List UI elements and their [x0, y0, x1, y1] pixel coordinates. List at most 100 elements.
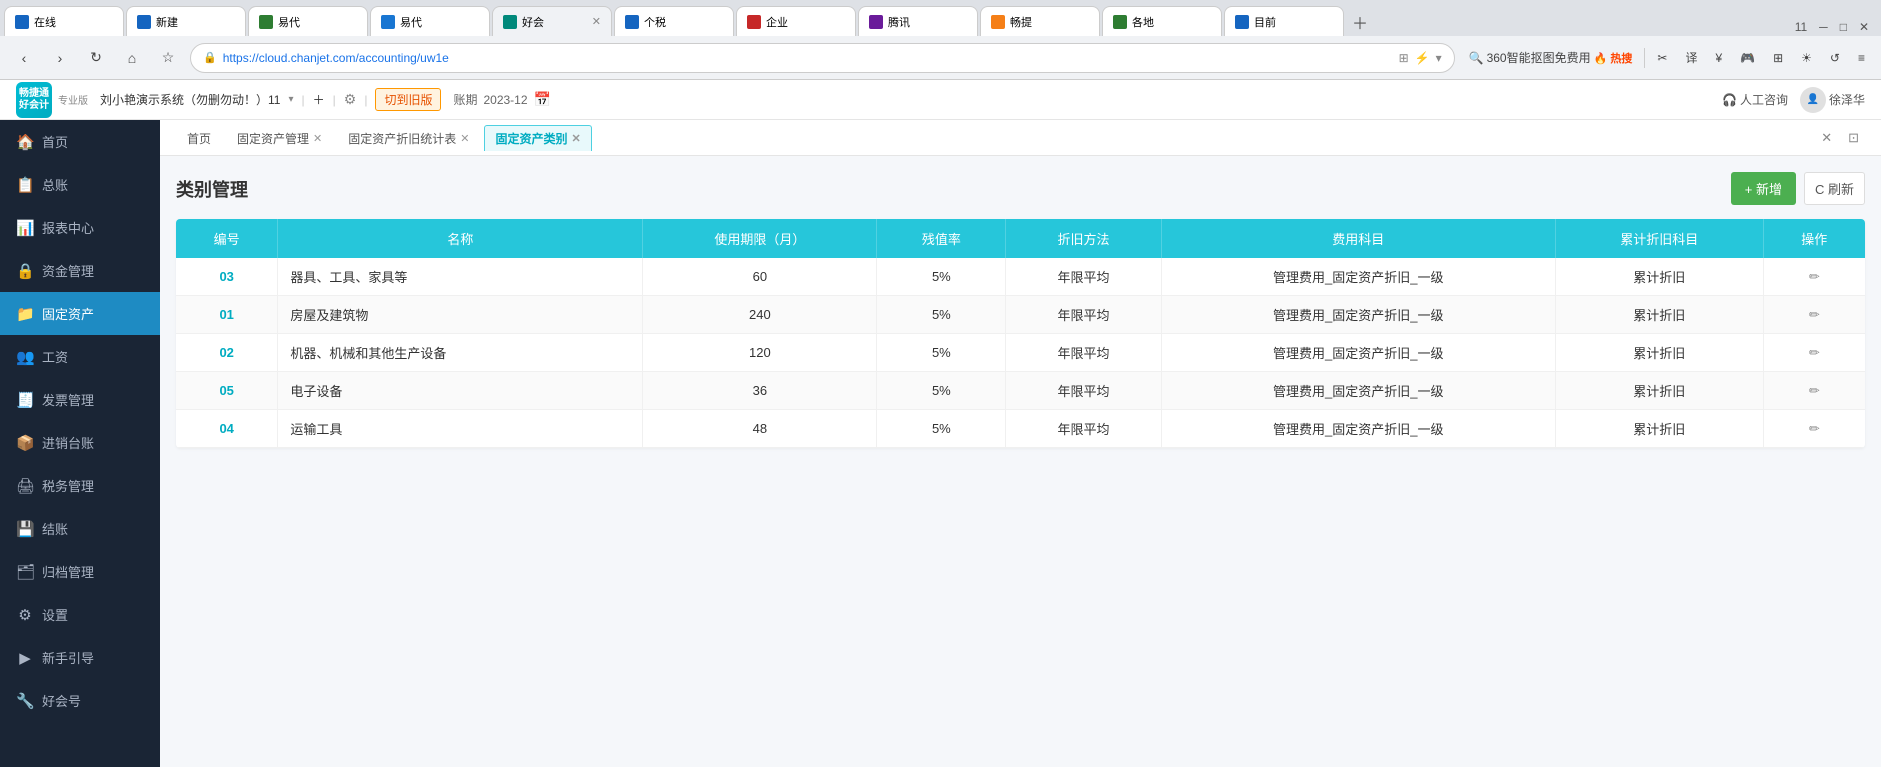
calendar-icon[interactable]: 📅	[534, 91, 551, 108]
cell-method: 年限平均	[1006, 372, 1161, 410]
dropdown-icon[interactable]: ▾	[1436, 51, 1442, 65]
logo-box: 畅捷通好会计	[16, 82, 52, 118]
browser-tab-muqian[interactable]: 目前	[1224, 6, 1344, 36]
tab-favicon	[869, 15, 883, 29]
edit-icon[interactable]: ✏	[1809, 307, 1820, 322]
new-tab-button[interactable]: ＋	[1346, 8, 1374, 36]
cell-residual: 5%	[877, 258, 1006, 296]
back-button[interactable]: ‹	[10, 44, 38, 72]
company-dropdown-icon[interactable]: ▾	[288, 94, 293, 105]
sidebar-label-checkout: 结账	[42, 519, 68, 538]
logo-edition: 专业版	[58, 92, 88, 107]
cut-tool[interactable]: ✂	[1651, 48, 1673, 68]
cell-action: ✏	[1763, 258, 1865, 296]
url-text: https://cloud.chanjet.com/accounting/uw1…	[223, 51, 1393, 65]
sidebar-item-home[interactable]: 🏠 首页	[0, 120, 160, 163]
menu-tool[interactable]: ≡	[1852, 48, 1871, 68]
edit-icon[interactable]: ✏	[1809, 345, 1820, 360]
col-header-action: 操作	[1763, 219, 1865, 258]
sidebar-item-funds[interactable]: 🔒 资金管理	[0, 249, 160, 292]
tab-home[interactable]: 首页	[176, 125, 222, 151]
service-button[interactable]: 🎧 人工咨询	[1722, 91, 1788, 108]
col-header-method: 折旧方法	[1006, 219, 1161, 258]
tab-close-depreciation-table[interactable]: ✕	[460, 132, 469, 145]
username-label: 徐泽华	[1829, 91, 1865, 108]
user-account-button[interactable]: 👤 徐泽华	[1800, 87, 1865, 113]
edit-icon[interactable]: ✏	[1809, 383, 1820, 398]
search-tool[interactable]: 🔍 360智能抠图免费用 🔥 热搜	[1463, 46, 1639, 69]
minimize-button[interactable]: ─	[1815, 18, 1832, 36]
sidebar-item-tax[interactable]: 🖨 税务管理	[0, 464, 160, 507]
sidebar-item-ledger[interactable]: 📋 总账	[0, 163, 160, 206]
col-header-accum: 累计折旧科目	[1555, 219, 1763, 258]
sidebar-item-archive[interactable]: 🗂 归档管理	[0, 550, 160, 593]
cell-action: ✏	[1763, 410, 1865, 448]
more-icon: 🔧	[16, 692, 34, 710]
sidebar-item-settings[interactable]: ⚙ 设置	[0, 593, 160, 636]
sidebar-item-invoice[interactable]: 🧾 发票管理	[0, 378, 160, 421]
wallet-tool[interactable]: ¥	[1709, 48, 1728, 68]
switch-to-old-btn[interactable]: 切到旧版	[375, 88, 441, 111]
edit-icon[interactable]: ✏	[1809, 421, 1820, 436]
browser-tab-qiye[interactable]: 企业	[736, 6, 856, 36]
browser-tab-new[interactable]: 新建	[126, 6, 246, 36]
sidebar-item-fixed-assets[interactable]: 📁 固定资产	[0, 292, 160, 335]
user-info: 刘小艳演示系统（勿删勿动！）11 ▾ | ＋ | ⚙ | 切到旧版	[100, 88, 441, 111]
tab-depreciation-table[interactable]: 固定资产折旧统计表 ✕	[337, 125, 480, 151]
cell-period: 36	[643, 372, 877, 410]
theme-tool[interactable]: ☀	[1795, 48, 1818, 68]
sidebar-item-checkout[interactable]: 💾 结账	[0, 507, 160, 550]
reload-button[interactable]: ↻	[82, 44, 110, 72]
sidebar-item-purchase-sales[interactable]: 📦 进销台账	[0, 421, 160, 464]
sidebar-item-more[interactable]: 🔧 好会号	[0, 679, 160, 722]
history-tool[interactable]: ↺	[1824, 48, 1846, 68]
search-label: 360智能抠图免费用	[1487, 49, 1591, 66]
cell-period: 48	[643, 410, 877, 448]
sidebar-item-reports[interactable]: 📊 报表中心	[0, 206, 160, 249]
tab-close-fixed-asset-mgmt[interactable]: ✕	[313, 132, 322, 145]
game-tool[interactable]: 🎮	[1734, 48, 1761, 68]
browser-tab-haohui[interactable]: 好会 ✕	[492, 6, 612, 36]
tab-favicon	[137, 15, 151, 29]
tab-close-category[interactable]: ✕	[572, 132, 581, 145]
sidebar-label-reports: 报表中心	[42, 218, 94, 237]
address-bar[interactable]: 🔒 https://cloud.chanjet.com/accounting/u…	[190, 43, 1455, 73]
cell-accum: 累计折旧	[1555, 410, 1763, 448]
browser-tab-geshui[interactable]: 个税	[614, 6, 734, 36]
tab-favicon	[503, 15, 517, 29]
forward-button[interactable]: ›	[46, 44, 74, 72]
tab-count-badge: 11	[1791, 18, 1811, 36]
grid-tool[interactable]: ⊞	[1767, 48, 1789, 68]
reports-icon: 📊	[16, 219, 34, 237]
header-settings-icon[interactable]: ⚙	[344, 91, 357, 108]
add-company-icon[interactable]: ＋	[313, 91, 325, 108]
browser-tab-zaix[interactable]: 在线	[4, 6, 124, 36]
home-icon: 🏠	[16, 133, 34, 151]
edit-icon[interactable]: ✏	[1809, 269, 1820, 284]
tab-expand-icon[interactable]: ⊡	[1842, 130, 1865, 146]
browser-tab-tengxun[interactable]: 腾讯	[858, 6, 978, 36]
bookmark-button[interactable]: ☆	[154, 44, 182, 72]
browser-tab-yidai1[interactable]: 易代	[248, 6, 368, 36]
tab-fixed-asset-mgmt[interactable]: 固定资产管理 ✕	[226, 125, 333, 151]
home-nav-button[interactable]: ⌂	[118, 44, 146, 72]
sidebar-item-guide[interactable]: ▶ 新手引导	[0, 636, 160, 679]
tab-collapse-icon[interactable]: ✕	[1815, 130, 1838, 146]
translate-tool[interactable]: 译	[1679, 46, 1703, 69]
archive-icon: 🗂	[16, 563, 34, 581]
tab-category[interactable]: 固定资产类别 ✕	[484, 125, 591, 151]
sidebar-item-payroll[interactable]: 👥 工资	[0, 335, 160, 378]
cell-code: 04	[176, 410, 278, 448]
page-title: 类别管理	[176, 176, 248, 202]
browser-tab-changti[interactable]: 畅提	[980, 6, 1100, 36]
add-button[interactable]: + 新增	[1731, 172, 1796, 205]
address-bar-row: ‹ › ↻ ⌂ ☆ 🔒 https://cloud.chanjet.com/ac…	[0, 36, 1881, 80]
refresh-button[interactable]: C 刷新	[1804, 172, 1865, 205]
browser-tab-yidai2[interactable]: 易代	[370, 6, 490, 36]
maximize-button[interactable]: □	[1836, 18, 1851, 36]
section-header: 类别管理 + 新增 C 刷新	[176, 172, 1865, 205]
tab-close-icon[interactable]: ✕	[592, 15, 601, 28]
toolbar-divider	[1644, 48, 1645, 68]
browser-tab-gedi[interactable]: 各地	[1102, 6, 1222, 36]
close-window-button[interactable]: ✕	[1855, 18, 1873, 36]
